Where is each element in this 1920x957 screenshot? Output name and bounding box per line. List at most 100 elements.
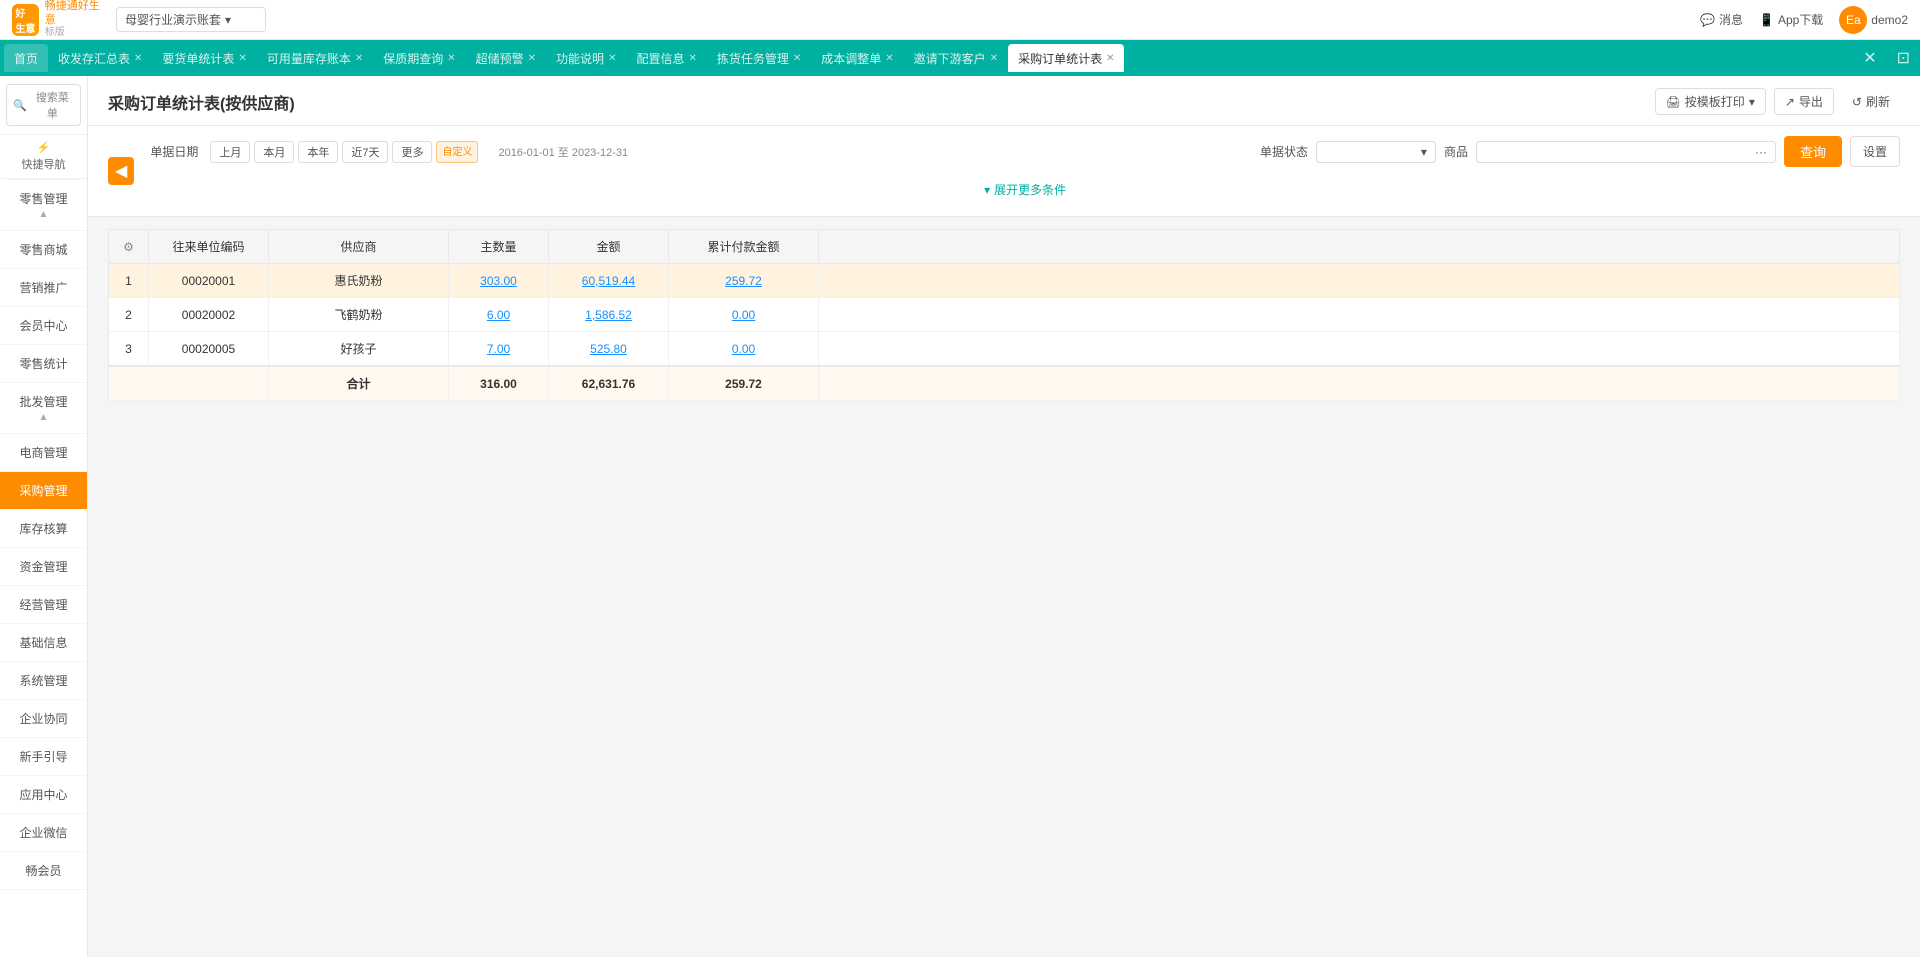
avatar: Ea bbox=[1839, 6, 1867, 34]
close-all-tabs-btn[interactable]: ✕ bbox=[1857, 48, 1882, 68]
footer-paid: 259.72 bbox=[669, 366, 819, 401]
query-btn[interactable]: 查询 bbox=[1784, 136, 1842, 167]
sidebar-item-vip-member[interactable]: 畅会员 bbox=[0, 852, 87, 890]
filter-row-1: 单据日期 上月 本月 本年 近7天 更多 自定义 2016-01-01 至 20… bbox=[150, 136, 1900, 167]
chevron-icon: ▲ bbox=[39, 412, 49, 423]
cell-qty-1: 303.00 bbox=[449, 264, 549, 298]
close-tab-invite-downstream[interactable]: ✕ bbox=[990, 53, 998, 64]
tab-requisition[interactable]: 要货单统计表 ✕ bbox=[152, 44, 256, 72]
paid-link-3[interactable]: 0.00 bbox=[732, 342, 755, 356]
table-container: ⚙ 往来单位编码 供应商 主数量 金额 累计付款金额 1 00020001 bbox=[88, 217, 1920, 957]
close-tab-config-info[interactable]: ✕ bbox=[688, 53, 696, 64]
sidebar-item-ecommerce[interactable]: 电商管理 bbox=[0, 434, 87, 472]
tab-purchase-summary[interactable]: 采购订单统计表 ✕ bbox=[1008, 44, 1124, 72]
app-download-btn[interactable]: 📱 App下载 bbox=[1759, 11, 1823, 28]
date-7days-btn[interactable]: 近7天 bbox=[342, 141, 388, 163]
custom-date-tag: 自定义 bbox=[436, 141, 478, 163]
refresh-icon: ↺ bbox=[1852, 95, 1862, 109]
sidebar-item-purchase[interactable]: 采购管理 bbox=[0, 472, 87, 510]
tab-config-info[interactable]: 配置信息 ✕ bbox=[626, 44, 706, 72]
column-settings-icon[interactable]: ⚙ bbox=[123, 240, 134, 254]
status-select[interactable]: ▾ bbox=[1316, 141, 1436, 163]
tab-invite-downstream[interactable]: 邀请下游客户 ✕ bbox=[904, 44, 1008, 72]
page-title: 采购订单统计表(按供应商) bbox=[108, 90, 295, 114]
sidebar-item-finance[interactable]: 资金管理 bbox=[0, 548, 87, 586]
sidebar-item-wholesale[interactable]: 批发管理 ▲ bbox=[0, 383, 87, 434]
search-menu-btn[interactable]: 🔍 搜索菜单 bbox=[6, 84, 81, 126]
sidebar-item-member[interactable]: 会员中心 bbox=[0, 307, 87, 345]
cell-code-3: 00020005 bbox=[149, 332, 269, 367]
date-last-month-btn[interactable]: 上月 bbox=[210, 141, 250, 163]
settings-btn[interactable]: 设置 bbox=[1850, 136, 1900, 167]
close-tab-cost-adjust[interactable]: ✕ bbox=[885, 53, 893, 64]
amount-link-1[interactable]: 60,519.44 bbox=[582, 274, 635, 288]
sidebar-item-app-center[interactable]: 应用中心 bbox=[0, 776, 87, 814]
tab-inventory-book[interactable]: 可用量库存账本 ✕ bbox=[257, 44, 373, 72]
sidebar-item-marketing[interactable]: 营销推广 bbox=[0, 269, 87, 307]
cell-spacer-1 bbox=[819, 264, 1900, 298]
sidebar-item-enterprise-collab[interactable]: 企业协同 bbox=[0, 700, 87, 738]
sidebar-item-basic-info[interactable]: 基础信息 bbox=[0, 624, 87, 662]
goods-input[interactable]: ··· bbox=[1476, 141, 1776, 163]
expand-row: ▾ 展开更多条件 bbox=[150, 173, 1900, 206]
user-avatar[interactable]: Ea demo2 bbox=[1839, 6, 1908, 34]
nav-tab-end-actions: ✕ ⊡ bbox=[1857, 48, 1916, 68]
date-this-year-btn[interactable]: 本年 bbox=[298, 141, 338, 163]
qty-link-3[interactable]: 7.00 bbox=[487, 342, 510, 356]
cell-supplier-3: 好孩子 bbox=[269, 332, 449, 367]
tab-warranty[interactable]: 保质期查询 ✕ bbox=[373, 44, 465, 72]
close-tab-purchase-summary[interactable]: ✕ bbox=[1106, 53, 1114, 64]
paid-link-1[interactable]: 259.72 bbox=[725, 274, 762, 288]
sidebar-item-retail-stats[interactable]: 零售统计 bbox=[0, 345, 87, 383]
close-tab-inventory-book[interactable]: ✕ bbox=[355, 53, 363, 64]
refresh-btn[interactable]: ↺ 刷新 bbox=[1842, 89, 1900, 114]
qty-link-2[interactable]: 6.00 bbox=[487, 308, 510, 322]
logo-icon: 好生意 bbox=[12, 4, 39, 36]
export-btn[interactable]: ↗ 导出 bbox=[1774, 88, 1834, 115]
tab-picking-tasks[interactable]: 拣货任务管理 ✕ bbox=[707, 44, 811, 72]
search-icon: 🔍 bbox=[13, 99, 27, 112]
collapse-filter-btn[interactable]: ◀ bbox=[108, 157, 134, 185]
cell-num-2: 2 bbox=[109, 298, 149, 332]
sidebar-item-retail[interactable]: 零售管理 ▲ bbox=[0, 180, 87, 231]
workspace-selector[interactable]: 母婴行业演示账套 ▾ bbox=[116, 7, 266, 32]
sidebar-item-enterprise-wechat[interactable]: 企业微信 bbox=[0, 814, 87, 852]
date-this-month-btn[interactable]: 本月 bbox=[254, 141, 294, 163]
main-layout: 🔍 搜索菜单 ⚡ 快捷导航 零售管理 ▲ 零售商城 营销推广 会员中心 零售统计… bbox=[0, 76, 1920, 957]
sidebar-item-system[interactable]: 系统管理 bbox=[0, 662, 87, 700]
message-btn[interactable]: 💬 消息 bbox=[1700, 11, 1743, 28]
page-actions: 🖨 按模板打印 ▾ ↗ 导出 ↺ 刷新 bbox=[1655, 88, 1900, 115]
table-body: 1 00020001 惠氏奶粉 303.00 60,519.44 259.72 … bbox=[109, 264, 1900, 367]
sidebar-item-inventory[interactable]: 库存核算 bbox=[0, 510, 87, 548]
tab-function-desc[interactable]: 功能说明 ✕ bbox=[546, 44, 626, 72]
filter-right: 单据状态 ▾ 商品 ··· 查询 设置 bbox=[1260, 136, 1900, 167]
tab-receive-send[interactable]: 收发存汇总表 ✕ bbox=[48, 44, 152, 72]
more-icon: ··· bbox=[1755, 145, 1767, 159]
close-tab-function-desc[interactable]: ✕ bbox=[608, 53, 616, 64]
sidebar-item-retail-mall[interactable]: 零售商城 bbox=[0, 231, 87, 269]
table-header: ⚙ 往来单位编码 供应商 主数量 金额 累计付款金额 bbox=[109, 230, 1900, 264]
close-tab-requisition[interactable]: ✕ bbox=[238, 53, 246, 64]
qty-link-1[interactable]: 303.00 bbox=[480, 274, 517, 288]
sidebar-item-new-guide[interactable]: 新手引导 bbox=[0, 738, 87, 776]
paid-link-2[interactable]: 0.00 bbox=[732, 308, 755, 322]
footer-label bbox=[109, 366, 269, 401]
expand-conditions-btn[interactable]: ▾ 展开更多条件 bbox=[984, 177, 1066, 202]
tab-cost-adjust[interactable]: 成本调整单 ✕ bbox=[811, 44, 903, 72]
tab-home[interactable]: 首页 bbox=[4, 44, 48, 72]
print-btn[interactable]: 🖨 按模板打印 ▾ bbox=[1655, 88, 1766, 115]
message-icon: 💬 bbox=[1700, 13, 1715, 27]
expand-tabs-btn[interactable]: ⊡ bbox=[1891, 48, 1916, 68]
close-tab-warranty[interactable]: ✕ bbox=[447, 53, 455, 64]
amount-link-3[interactable]: 525.80 bbox=[590, 342, 627, 356]
sidebar-item-operations[interactable]: 经营管理 bbox=[0, 586, 87, 624]
date-more-btn[interactable]: 更多 bbox=[392, 141, 432, 163]
close-tab-receive-send[interactable]: ✕ bbox=[134, 53, 142, 64]
cell-qty-3: 7.00 bbox=[449, 332, 549, 367]
quick-nav-btn[interactable]: ⚡ 快捷导航 bbox=[0, 135, 87, 179]
col-header-qty: 主数量 bbox=[449, 230, 549, 264]
amount-link-2[interactable]: 1,586.52 bbox=[585, 308, 632, 322]
close-tab-picking-tasks[interactable]: ✕ bbox=[793, 53, 801, 64]
tab-overstock[interactable]: 超储预警 ✕ bbox=[466, 44, 546, 72]
close-tab-overstock[interactable]: ✕ bbox=[528, 53, 536, 64]
